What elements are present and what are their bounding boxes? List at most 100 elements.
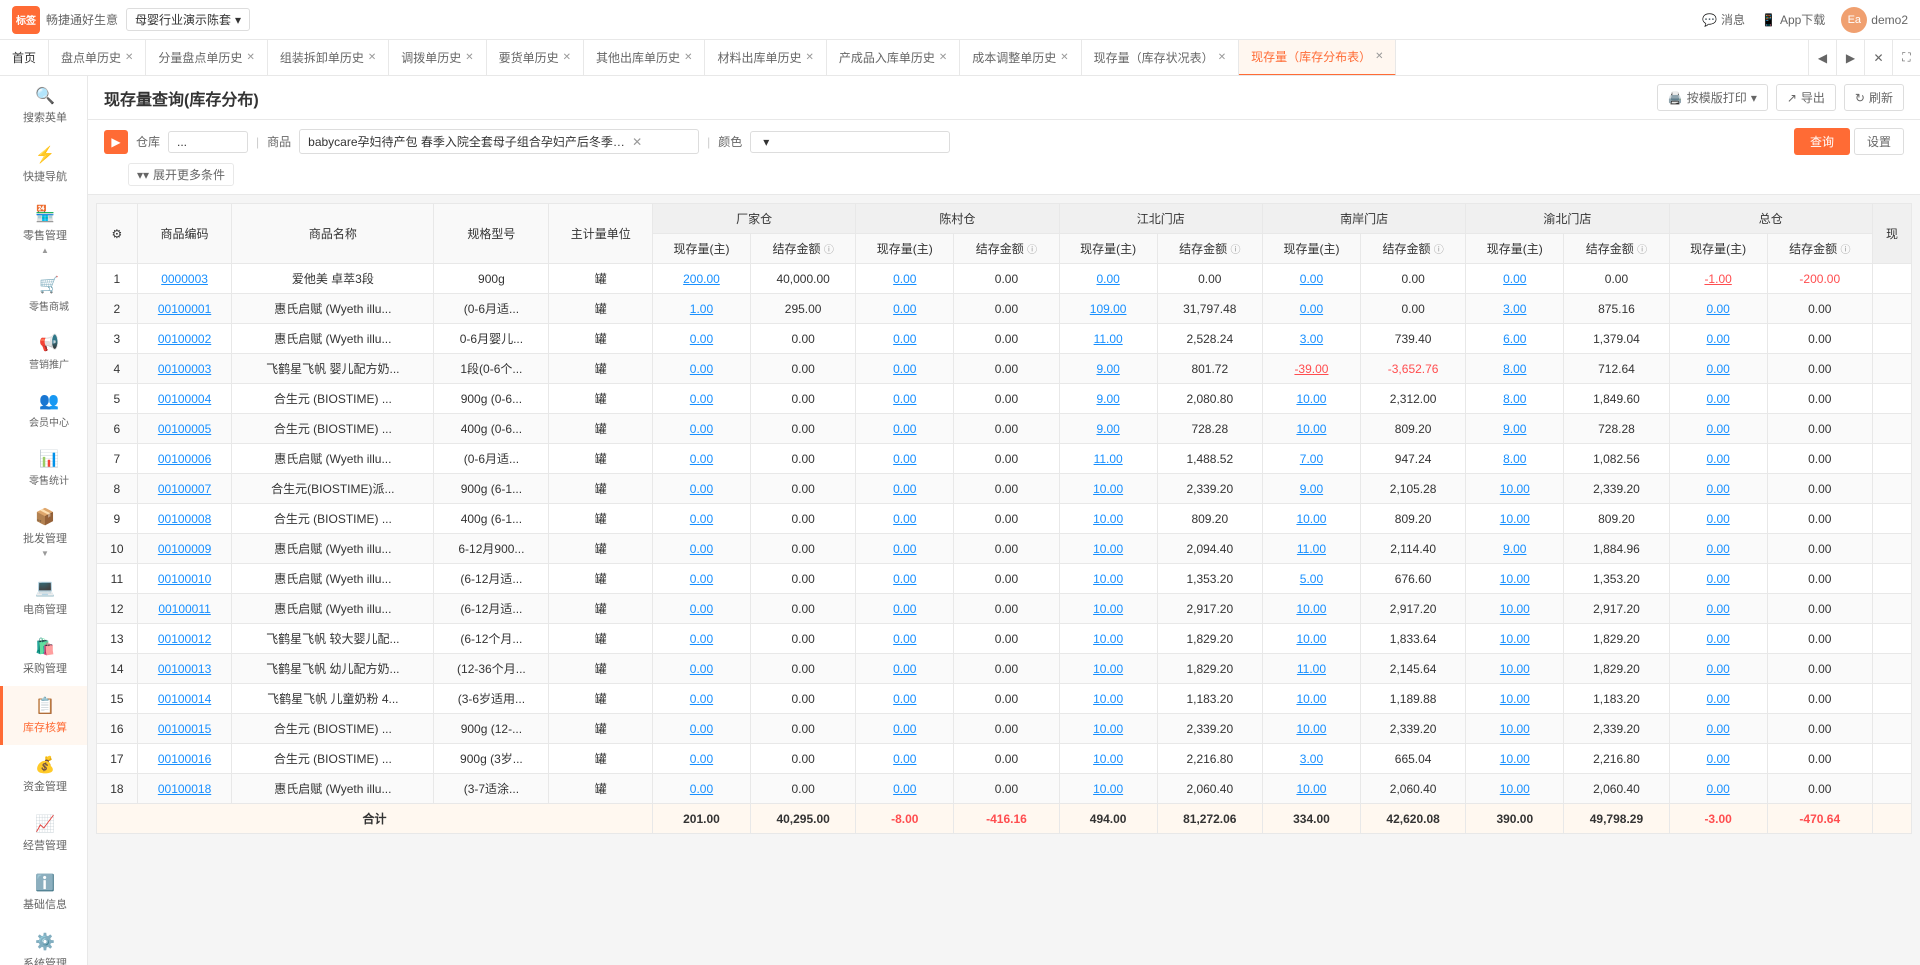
search-btn[interactable]: 查询 <box>1794 128 1850 155</box>
code-link[interactable]: 00100011 <box>158 602 211 616</box>
expand-conditions-btn[interactable]: ▾▾ 展开更多条件 <box>128 163 234 186</box>
cell-total-balance: 0.00 <box>1767 384 1872 414</box>
tab-maximize-btn[interactable]: ⛶ <box>1892 40 1920 76</box>
code-link[interactable]: 00100016 <box>158 752 211 766</box>
tab-stock-dist-close[interactable]: ✕ <box>1375 51 1383 62</box>
warehouse-input[interactable]: ... <box>168 131 248 153</box>
sidebar-item-basic[interactable]: ℹ️ 基础信息 <box>0 863 87 922</box>
info-icon5[interactable]: ⓘ <box>1637 245 1647 256</box>
code-link[interactable]: 00100003 <box>158 362 211 376</box>
tab-stocktake-close[interactable]: ✕ <box>125 52 133 63</box>
sidebar-item-operation[interactable]: 📈 经营管理 <box>0 804 87 863</box>
cell-no: 18 <box>97 774 138 804</box>
code-link[interactable]: 00100018 <box>158 782 211 796</box>
code-link[interactable]: 00100014 <box>158 692 211 706</box>
cell-chennan-stock: 0.00 <box>856 444 954 474</box>
code-link[interactable]: 0000003 <box>161 272 208 286</box>
tab-cost-adjust[interactable]: 成本调整单历史 ✕ <box>960 40 1081 76</box>
settings-icon[interactable]: ⚙ <box>112 227 123 241</box>
col-settings[interactable]: ⚙ <box>97 204 138 264</box>
cell-name: 飞鹤星飞帆 儿童奶粉 4... <box>232 684 434 714</box>
tab-stock-status-close[interactable]: ✕ <box>1218 52 1226 63</box>
cell-chennan-stock: 0.00 <box>856 504 954 534</box>
export-btn[interactable]: ↗ 导出 <box>1776 84 1836 111</box>
refresh-btn[interactable]: ↻ 刷新 <box>1844 84 1904 111</box>
code-link[interactable]: 00100002 <box>158 332 211 346</box>
tab-transfer-close[interactable]: ✕ <box>465 52 473 63</box>
tab-home[interactable]: 首页 <box>0 40 49 76</box>
color-input[interactable]: ▾ <box>750 131 950 153</box>
tab-material-out[interactable]: 材料出库单历史 ✕ <box>705 40 826 76</box>
info-icon3[interactable]: ⓘ <box>1230 245 1240 256</box>
tab-assemble[interactable]: 组装拆卸单历史 ✕ <box>268 40 389 76</box>
info-icon6[interactable]: ⓘ <box>1840 245 1850 256</box>
cell-total-balance: -200.00 <box>1767 264 1872 294</box>
code-link[interactable]: 00100008 <box>158 512 211 526</box>
tab-sub-stocktake[interactable]: 分量盘点单历史 ✕ <box>146 40 267 76</box>
message-btn[interactable]: 💬 消息 <box>1702 11 1745 28</box>
cell-total-stock: 0.00 <box>1669 534 1767 564</box>
tab-stocktake[interactable]: 盘点单历史 ✕ <box>49 40 146 76</box>
info-icon2[interactable]: ⓘ <box>1027 245 1037 256</box>
tab-material-out-close[interactable]: ✕ <box>805 52 813 63</box>
sidebar-item-retail-store[interactable]: 🛒 零售商城 <box>0 265 87 323</box>
product-clear-icon[interactable]: ✕ <box>632 135 642 149</box>
code-link[interactable]: 00100015 <box>158 722 211 736</box>
sidebar-item-marketing[interactable]: 📢 营销推广 <box>0 323 87 381</box>
tab-close-all-btn[interactable]: ✕ <box>1864 40 1892 76</box>
tab-assemble-close[interactable]: ✕ <box>368 52 376 63</box>
product-input[interactable]: babycare孕妇待产包 春季入院全套母子组合孕妇产后冬季月子用品 22件套 … <box>299 129 699 154</box>
code-link[interactable]: 00100004 <box>158 392 211 406</box>
cell-jiangbei-balance: 809.20 <box>1157 504 1262 534</box>
tab-stock-status[interactable]: 现存量（库存状况表） ✕ <box>1082 40 1239 76</box>
sidebar-item-retail-stats[interactable]: 📊 零售统计 <box>0 439 87 497</box>
tab-order-close[interactable]: ✕ <box>563 52 571 63</box>
sidebar-item-retail[interactable]: 🏪 零售管理 ▲ <box>0 194 87 265</box>
tab-cost-adjust-close[interactable]: ✕ <box>1060 52 1068 63</box>
tab-order[interactable]: 要货单历史 ✕ <box>487 40 584 76</box>
tab-product-in[interactable]: 产成品入库单历史 ✕ <box>827 40 960 76</box>
cell-nanan-stock: 0.00 <box>1262 294 1360 324</box>
sidebar-item-ecommerce[interactable]: 💻 电商管理 <box>0 568 87 627</box>
sidebar-item-member[interactable]: 👥 会员中心 <box>0 381 87 439</box>
sidebar-item-search[interactable]: 🔍 搜索英单 <box>0 76 87 135</box>
user-avatar-btn[interactable]: Ea demo2 <box>1841 7 1908 33</box>
cell-total-balance: 0.00 <box>1767 534 1872 564</box>
print-icon: 🖨️ <box>1668 91 1683 105</box>
sidebar-item-purchase[interactable]: 🛍️ 采购管理 <box>0 627 87 686</box>
sidebar-item-shortcut[interactable]: ⚡ 快捷导航 <box>0 135 87 194</box>
cell-jiangbei-stock: 10.00 <box>1059 504 1157 534</box>
app-download-btn[interactable]: 📱 App下载 <box>1761 11 1825 28</box>
tab-product-in-close[interactable]: ✕ <box>939 52 947 63</box>
cell-nanan-balance: 676.60 <box>1361 564 1466 594</box>
tab-transfer[interactable]: 调拨单历史 ✕ <box>389 40 486 76</box>
code-link[interactable]: 00100013 <box>158 662 211 676</box>
tab-stock-dist[interactable]: 现存量（库存分布表） ✕ <box>1239 40 1396 76</box>
code-link[interactable]: 00100001 <box>158 302 211 316</box>
tab-other-out[interactable]: 其他出库单历史 ✕ <box>584 40 705 76</box>
code-link[interactable]: 00100005 <box>158 422 211 436</box>
code-link[interactable]: 00100009 <box>158 542 211 556</box>
setting-btn[interactable]: 设置 <box>1854 128 1904 155</box>
cell-chennan-stock: 0.00 <box>856 384 954 414</box>
cell-total-balance: 0.00 <box>1767 414 1872 444</box>
code-link[interactable]: 00100010 <box>158 572 211 586</box>
tab-other-out-close[interactable]: ✕ <box>684 52 692 63</box>
tab-next-btn[interactable]: ▶ <box>1836 40 1864 76</box>
code-link[interactable]: 00100007 <box>158 482 211 496</box>
sidebar-item-inventory[interactable]: 📋 库存核算 <box>0 686 87 745</box>
cell-yuebei-balance: 2,917.20 <box>1564 594 1669 624</box>
info-icon4[interactable]: ⓘ <box>1434 245 1444 256</box>
filter-toggle-btn[interactable]: ▶ <box>104 130 128 154</box>
sidebar-item-finance[interactable]: 💰 资金管理 <box>0 745 87 804</box>
info-icon[interactable]: ⓘ <box>824 245 834 256</box>
sidebar-item-system[interactable]: ⚙️ 系统管理 <box>0 922 87 965</box>
print-btn[interactable]: 🖨️ 按模版打印 ▾ <box>1657 84 1768 111</box>
code-link[interactable]: 00100012 <box>158 632 211 646</box>
tab-prev-btn[interactable]: ◀ <box>1808 40 1836 76</box>
code-link[interactable]: 00100006 <box>158 452 211 466</box>
tab-sub-stocktake-close[interactable]: ✕ <box>246 52 254 63</box>
sidebar-item-wholesale[interactable]: 📦 批发管理 ▼ <box>0 497 87 568</box>
industry-selector[interactable]: 母婴行业演示陈套 ▾ <box>126 8 250 31</box>
cell-spec: 400g (0-6... <box>434 414 549 444</box>
